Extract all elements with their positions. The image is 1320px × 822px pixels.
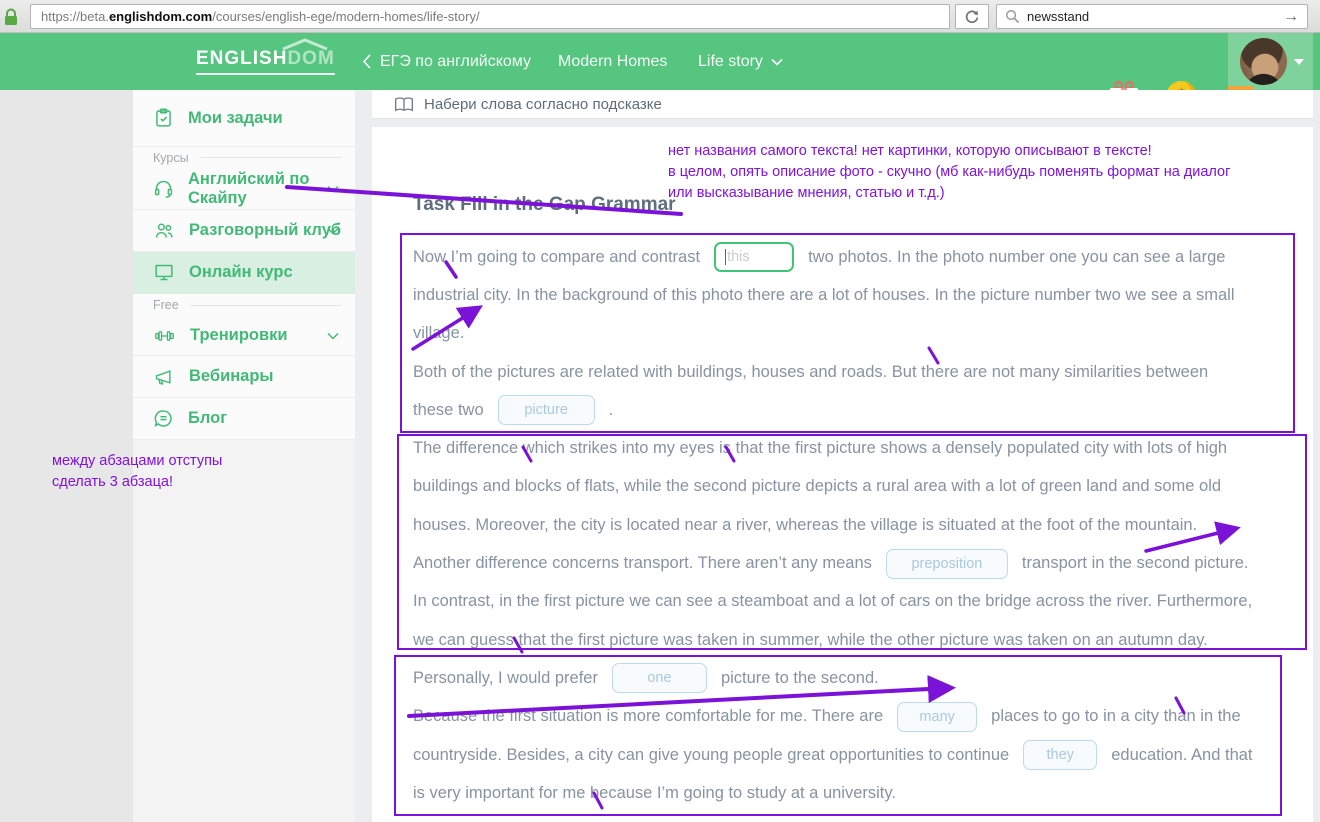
book-icon [395, 96, 413, 111]
annotation-line: сделать 3 абзаца! [52, 474, 173, 490]
annotation-line: нет названия самого текста! нет картинки… [668, 143, 1152, 159]
sidebar-item-trainings[interactable]: Тренировки [133, 316, 355, 356]
users-icon [155, 223, 173, 238]
annotation-rect-paragraph2 [397, 434, 1307, 650]
annotation-line: между абзацами отступы [52, 453, 223, 469]
back-chevron-icon [362, 54, 371, 69]
sidebar-section-free: Free [133, 294, 355, 316]
logo[interactable]: ENGLISHDOM [196, 33, 335, 90]
sidebar-item-label: Вебинары [189, 367, 274, 385]
nav-course[interactable]: Modern Homes [558, 33, 667, 90]
chat-icon [154, 410, 172, 428]
task-header-label: Набери слова согласно подсказке [424, 95, 662, 113]
page: https://beta. englishdom.com/courses/engl… [0, 0, 1320, 822]
clipboard-check-icon [156, 108, 171, 127]
nav-lesson-dropdown[interactable]: Life story [698, 33, 783, 90]
sidebar-item-label: Тренировки [190, 326, 288, 344]
brand-english: ENGLISH [196, 48, 288, 69]
nav-lesson-label: Life story [698, 52, 763, 70]
annotation-side-note: между абзацами отступы сделать 3 абзаца! [52, 451, 222, 493]
annotation-line: или высказывание мнения, статью и т.д.) [668, 185, 945, 201]
logo-roof-icon [282, 38, 328, 50]
search-input[interactable] [1027, 9, 1279, 24]
url-path: /courses/english-ege/modern-homes/life-s… [212, 9, 480, 24]
go-arrow-icon[interactable]: → [1283, 8, 1299, 26]
section-label: Free [153, 298, 179, 312]
brand-dom: DOM [287, 48, 335, 69]
sidebar-item-speaking-club[interactable]: Разговорный клуб [133, 210, 355, 252]
avatar[interactable] [1240, 38, 1287, 85]
dropdown-caret-icon [1294, 59, 1304, 65]
sidebar-item-english-skype[interactable]: Английский по Скайпу [133, 168, 355, 210]
url-bar[interactable]: https://beta. englishdom.com/courses/engl… [30, 4, 950, 29]
url-prefix: https://beta. [41, 9, 109, 24]
exercise-title: Task Fill in the Gap Grammar [413, 194, 676, 215]
annotation-top-note: нет названия самого текста! нет картинки… [668, 141, 1230, 204]
nav-course-label: Modern Homes [558, 52, 668, 70]
sidebar-item-my-tasks[interactable]: Мои задачи [133, 90, 355, 147]
chevron-down-icon [327, 227, 339, 235]
sidebar-item-label: Разговорный клуб [189, 221, 342, 239]
annotation-line: в целом, опять описание фото - скучно (м… [668, 164, 1231, 180]
annotation-rect-paragraph3 [394, 655, 1282, 816]
monitor-icon [155, 264, 173, 281]
breadcrumb-label: ЕГЭ по английскому [380, 52, 531, 70]
chevron-down-icon [327, 332, 339, 340]
chevron-down-icon [771, 58, 783, 66]
headset-icon [154, 180, 173, 198]
breadcrumb-back[interactable]: ЕГЭ по английскому [362, 33, 531, 90]
search-icon [1006, 10, 1020, 24]
sidebar-section-courses: Курсы [133, 147, 355, 168]
user-menu[interactable] [1228, 33, 1313, 90]
reload-icon [965, 10, 979, 23]
chevron-down-icon [327, 185, 339, 193]
search-box[interactable]: → [996, 4, 1308, 29]
sidebar-item-label: Онлайн курс [189, 263, 293, 281]
task-header-bar: Набери слова согласно подсказке [372, 90, 1313, 119]
url-domain: englishdom.com [108, 9, 213, 24]
dumbbell-icon [155, 330, 174, 341]
annotation-rect-paragraph1 [400, 233, 1295, 433]
sidebar-item-webinars[interactable]: Вебинары [133, 356, 355, 398]
section-label: Курсы [153, 150, 189, 165]
reload-button[interactable] [955, 4, 989, 29]
lock-icon [5, 8, 17, 25]
sidebar-item-label: Мои задачи [188, 108, 283, 127]
sidebar-item-online-course[interactable]: Онлайн курс [133, 252, 355, 294]
sidebar-item-blog[interactable]: Блог [133, 398, 355, 440]
sidebar-item-label: Блог [188, 409, 228, 427]
browser-chrome: https://beta. englishdom.com/courses/engl… [0, 0, 1320, 33]
megaphone-icon [155, 369, 171, 385]
site-header: ENGLISHDOM ЕГЭ по английскому Modern Hom… [0, 33, 1320, 112]
